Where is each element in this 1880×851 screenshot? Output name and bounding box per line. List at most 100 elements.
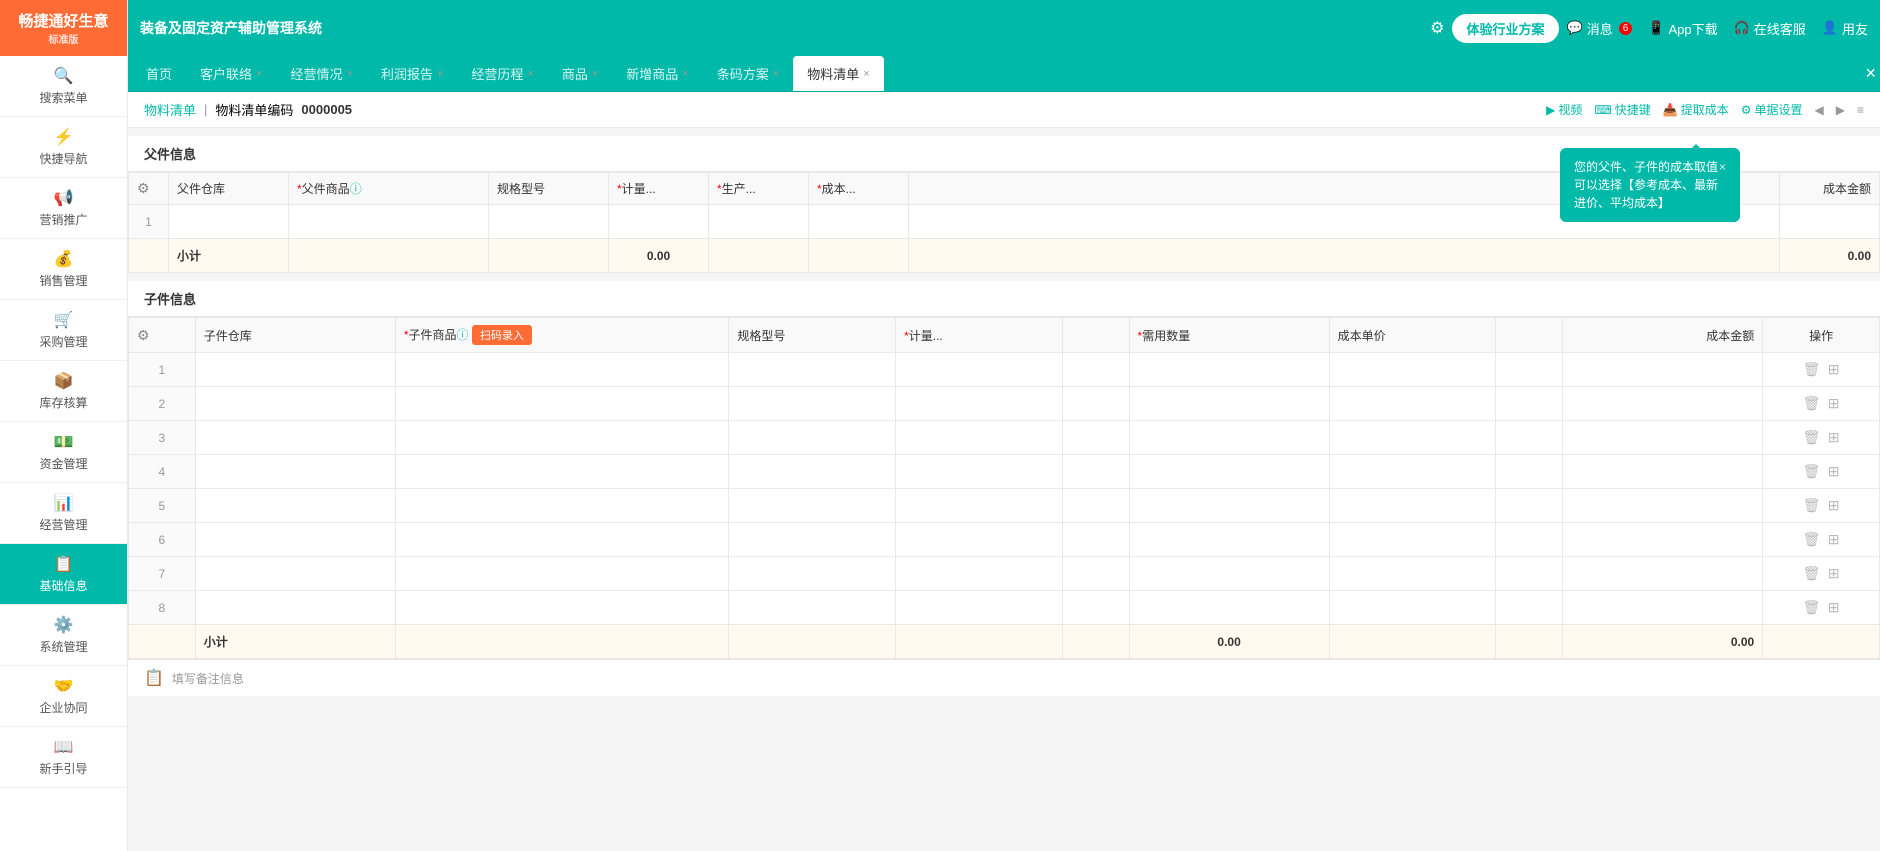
- child-settings-icon[interactable]: ⚙: [137, 327, 150, 343]
- navtab-close-5[interactable]: ×: [592, 68, 598, 80]
- child-row-5-warehouse[interactable]: [195, 489, 395, 523]
- child-row-3-spec[interactable]: [729, 421, 896, 455]
- shortcut-button[interactable]: ⌨ 快捷键: [1594, 101, 1650, 118]
- sidebar-item-搜索菜单[interactable]: 🔍搜索菜单: [0, 56, 127, 117]
- sidebar-item-库存核算[interactable]: 📦库存核算: [0, 361, 127, 422]
- sidebar-item-企业协同[interactable]: 🤝企业协同: [0, 666, 127, 727]
- child-row-3-product[interactable]: [395, 421, 729, 455]
- child-row-4-product[interactable]: [395, 455, 729, 489]
- child-row-2-spec[interactable]: [729, 387, 896, 421]
- child-row-3-qty[interactable]: [1129, 421, 1329, 455]
- child-row-4-warehouse[interactable]: [195, 455, 395, 489]
- navtab-1[interactable]: 客户联络 ×: [186, 56, 276, 91]
- navtab-0[interactable]: 首页: [132, 56, 186, 91]
- child-row-6-unit-cost[interactable]: [1329, 523, 1496, 557]
- nav-prev-icon[interactable]: ◀: [1815, 103, 1824, 117]
- message-button[interactable]: 💬 消息 6: [1567, 19, 1633, 38]
- child-row-8-warehouse[interactable]: [195, 591, 395, 625]
- app-download-button[interactable]: 📱 App下载: [1648, 19, 1717, 38]
- child-row-8-unit-cost[interactable]: [1329, 591, 1496, 625]
- delete-icon-6[interactable]: 🗑: [1803, 531, 1821, 547]
- copy-icon-3[interactable]: ⊞: [1828, 429, 1840, 445]
- child-row-6-product[interactable]: [395, 523, 729, 557]
- navtab-8[interactable]: 物料清单 ×: [793, 56, 883, 91]
- extract-cost-button[interactable]: 📥 提取成本: [1663, 101, 1729, 118]
- nav-next-icon[interactable]: ▶: [1836, 103, 1845, 117]
- child-row-6-warehouse[interactable]: [195, 523, 395, 557]
- user-button[interactable]: 👤 用友: [1822, 19, 1868, 38]
- child-row-1-warehouse[interactable]: [195, 353, 395, 387]
- parent-row-1-warehouse[interactable]: [169, 205, 289, 239]
- delete-icon-1[interactable]: 🗑: [1803, 361, 1821, 377]
- scan-button[interactable]: 扫码录入: [472, 325, 532, 345]
- delete-icon-3[interactable]: 🗑: [1803, 429, 1821, 445]
- breadcrumb-home[interactable]: 物料清单: [144, 100, 196, 119]
- parent-row-1-product[interactable]: [289, 205, 489, 239]
- settings-icon[interactable]: ⚙: [137, 180, 150, 196]
- parent-row-1-production[interactable]: [709, 205, 809, 239]
- menu-icon[interactable]: ≡: [1857, 103, 1864, 117]
- experience-button[interactable]: 体验行业方案: [1452, 14, 1558, 43]
- child-row-5-unit[interactable]: [896, 489, 1063, 523]
- sidebar-item-经营管理[interactable]: 📊经营管理: [0, 483, 127, 544]
- copy-icon-7[interactable]: ⊞: [1828, 565, 1840, 581]
- child-row-4-qty[interactable]: [1129, 455, 1329, 489]
- sidebar-item-基础信息[interactable]: 📋基础信息: [0, 544, 127, 605]
- child-row-5-spec[interactable]: [729, 489, 896, 523]
- navtab-2[interactable]: 经营情况 ×: [276, 56, 366, 91]
- child-row-2-warehouse[interactable]: [195, 387, 395, 421]
- child-row-1-qty[interactable]: [1129, 353, 1329, 387]
- child-row-8-product[interactable]: [395, 591, 729, 625]
- sidebar-item-销售管理[interactable]: 💰销售管理: [0, 239, 127, 300]
- child-row-3-unit-cost[interactable]: [1329, 421, 1496, 455]
- child-row-8-spec[interactable]: [729, 591, 896, 625]
- child-row-1-product[interactable]: [395, 353, 729, 387]
- child-row-6-qty[interactable]: [1129, 523, 1329, 557]
- copy-icon-2[interactable]: ⊞: [1828, 395, 1840, 411]
- child-row-3-warehouse[interactable]: [195, 421, 395, 455]
- navtab-close-7[interactable]: ×: [773, 68, 779, 80]
- sidebar-item-营销推广[interactable]: 📢营销推广: [0, 178, 127, 239]
- navtab-close-3[interactable]: ×: [437, 68, 443, 80]
- child-row-2-unit[interactable]: [896, 387, 1063, 421]
- video-button[interactable]: ▶ 视频: [1546, 101, 1582, 118]
- child-row-3-unit[interactable]: [896, 421, 1063, 455]
- copy-icon-4[interactable]: ⊞: [1828, 463, 1840, 479]
- navtab-close-6[interactable]: ×: [682, 68, 688, 80]
- child-row-5-unit-cost[interactable]: [1329, 489, 1496, 523]
- parent-row-1-cost[interactable]: [809, 205, 909, 239]
- child-row-8-unit[interactable]: [896, 591, 1063, 625]
- child-row-2-unit-cost[interactable]: [1329, 387, 1496, 421]
- child-row-7-spec[interactable]: [729, 557, 896, 591]
- child-row-6-unit[interactable]: [896, 523, 1063, 557]
- child-row-7-product[interactable]: [395, 557, 729, 591]
- copy-icon-5[interactable]: ⊞: [1828, 497, 1840, 513]
- child-row-4-spec[interactable]: [729, 455, 896, 489]
- sidebar-item-系统管理[interactable]: ⚙️系统管理: [0, 605, 127, 666]
- child-row-2-qty[interactable]: [1129, 387, 1329, 421]
- child-row-4-unit-cost[interactable]: [1329, 455, 1496, 489]
- child-row-5-qty[interactable]: [1129, 489, 1329, 523]
- copy-icon-6[interactable]: ⊞: [1828, 531, 1840, 547]
- sidebar-item-采购管理[interactable]: 🛒采购管理: [0, 300, 127, 361]
- child-row-7-warehouse[interactable]: [195, 557, 395, 591]
- sidebar-item-新手引导[interactable]: 📖新手引导: [0, 727, 127, 788]
- delete-icon-5[interactable]: 🗑: [1803, 497, 1821, 513]
- delete-icon-8[interactable]: 🗑: [1803, 599, 1821, 615]
- navtab-4[interactable]: 经营历程 ×: [457, 56, 547, 91]
- child-row-7-qty[interactable]: [1129, 557, 1329, 591]
- online-support-button[interactable]: 🎧 在线客服: [1734, 19, 1806, 38]
- child-row-7-unit-cost[interactable]: [1329, 557, 1496, 591]
- delete-icon-2[interactable]: 🗑: [1803, 395, 1821, 411]
- navtab-close-4[interactable]: ×: [527, 68, 533, 80]
- delete-icon-7[interactable]: 🗑: [1803, 565, 1821, 581]
- child-row-1-spec[interactable]: [729, 353, 896, 387]
- navtab-3[interactable]: 利润报告 ×: [367, 56, 457, 91]
- sidebar-item-资金管理[interactable]: 💵资金管理: [0, 422, 127, 483]
- navtab-5[interactable]: 商品 ×: [548, 56, 612, 91]
- sidebar-item-快捷导航[interactable]: ⚡快捷导航: [0, 117, 127, 178]
- child-row-4-unit[interactable]: [896, 455, 1063, 489]
- child-row-1-unit[interactable]: [896, 353, 1063, 387]
- copy-icon-8[interactable]: ⊞: [1828, 599, 1840, 615]
- close-all-tabs-button[interactable]: ×: [1865, 63, 1876, 84]
